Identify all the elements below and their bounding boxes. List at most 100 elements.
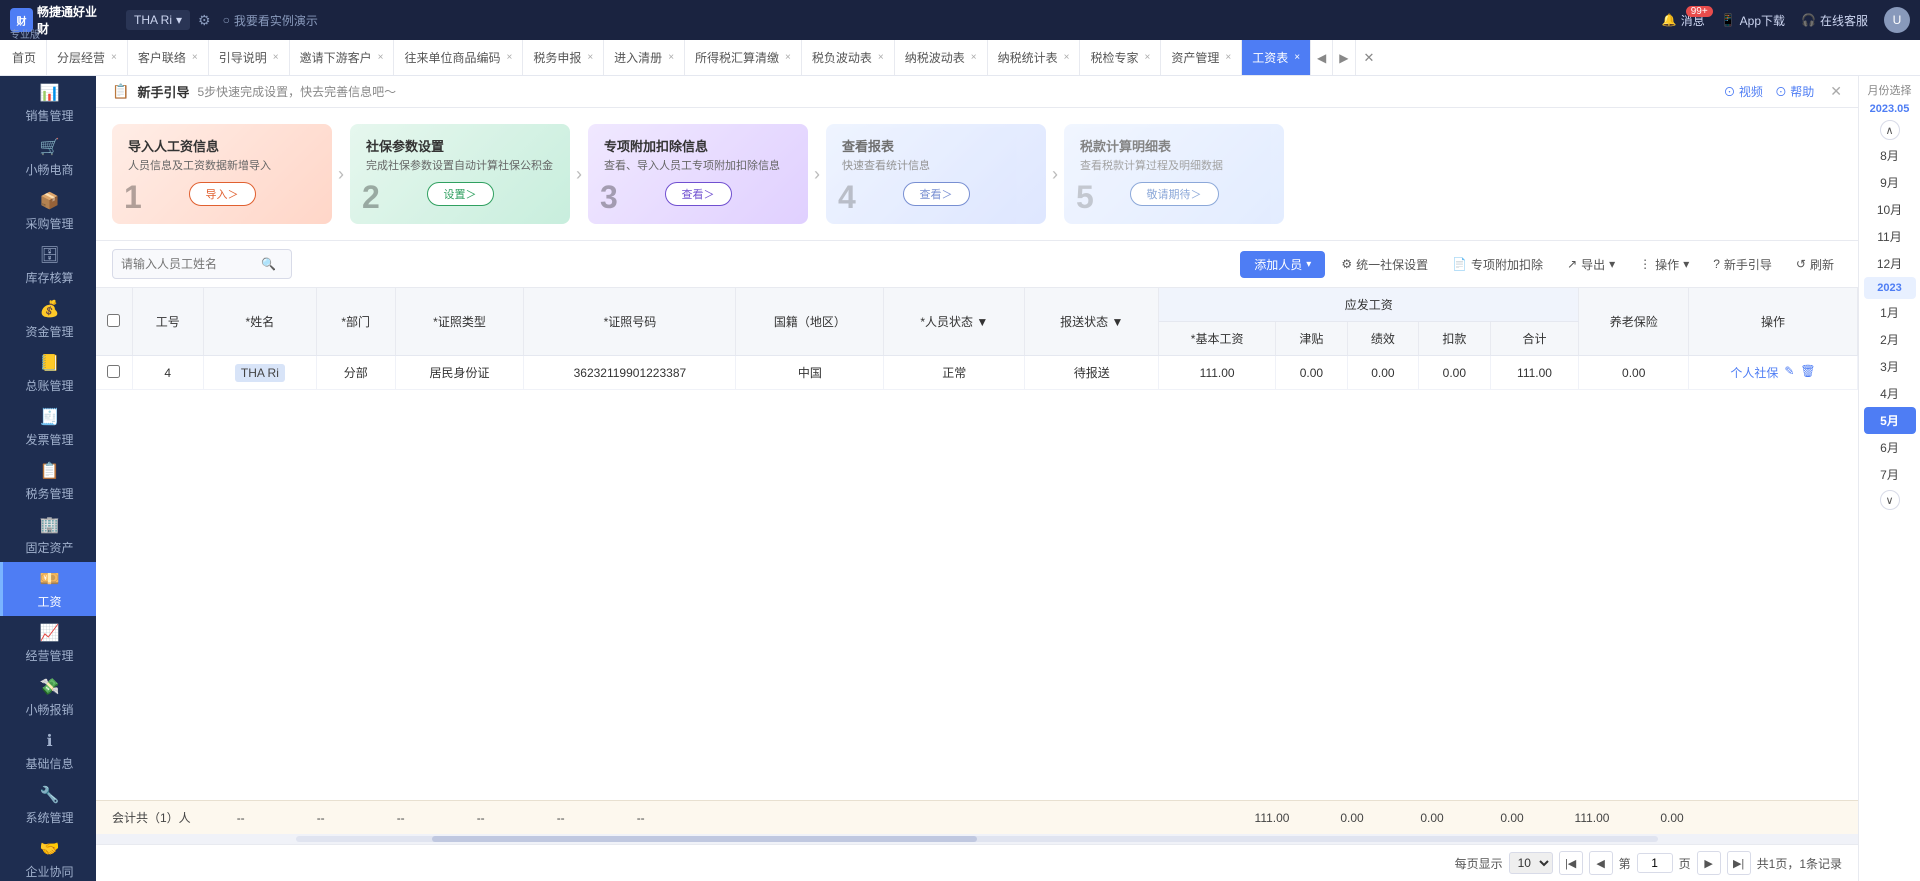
personal-insurance-link[interactable]: 个人社保 (1730, 364, 1778, 381)
online-support-btn[interactable]: 🎧 在线客服 (1801, 12, 1868, 29)
month-item-1[interactable]: 1月 (1864, 299, 1916, 326)
sidebar-item-basic-info[interactable]: ℹ 基础信息 (0, 724, 96, 778)
tab-tax-expert[interactable]: 税检专家 × (1080, 40, 1161, 76)
guide-help-link[interactable]: ⊙ 帮助 (1775, 83, 1814, 100)
month-item-6[interactable]: 6月 (1864, 434, 1916, 461)
unified-settings-icon: ⚙ (1341, 257, 1352, 271)
month-item-4[interactable]: 4月 (1864, 380, 1916, 407)
tab-payroll[interactable]: 工资表 × (1242, 40, 1311, 76)
page-next-btn[interactable]: ▶ (1697, 851, 1721, 875)
tab-close-layered[interactable]: × (111, 52, 117, 63)
select-all-checkbox[interactable] (107, 314, 120, 327)
sidebar-item-sales[interactable]: 📊 销售管理 (0, 76, 96, 130)
sidebar-item-payroll[interactable]: 💴 工资 (0, 562, 96, 616)
tab-tax-burden[interactable]: 税负波动表 × (802, 40, 895, 76)
per-page-select[interactable]: 10 20 50 (1509, 852, 1553, 874)
app-download-btn[interactable]: 📱 App下载 (1721, 12, 1785, 29)
add-person-btn[interactable]: 添加人员 ▾ (1240, 251, 1325, 278)
tab-close-burden[interactable]: × (878, 52, 884, 63)
month-item-7[interactable]: 7月 (1864, 461, 1916, 488)
tab-tax-stats[interactable]: 纳税统计表 × (988, 40, 1081, 76)
tab-tax-wave[interactable]: 纳税波动表 × (895, 40, 988, 76)
tab-tax-report[interactable]: 税务申报 × (523, 40, 604, 76)
tab-close-register[interactable]: × (668, 52, 674, 63)
tab-guide[interactable]: 引导说明 × (209, 40, 290, 76)
demo-link[interactable]: ○ 我要看实例演示 (223, 12, 318, 29)
month-item-3[interactable]: 3月 (1864, 353, 1916, 380)
refresh-btn[interactable]: ↺ 刷新 (1788, 252, 1842, 277)
tab-close-expert[interactable]: × (1144, 52, 1150, 63)
settings-icon[interactable]: ⚙ (198, 12, 211, 29)
company-selector[interactable]: THA Ri ▾ (126, 10, 190, 30)
page-first-btn[interactable]: |◀ (1559, 851, 1583, 875)
tab-close-unit[interactable]: × (506, 52, 512, 63)
month-item-2[interactable]: 2月 (1864, 326, 1916, 353)
tab-next-btn[interactable]: ▶ (1333, 40, 1355, 76)
scroll-bar-track[interactable] (296, 836, 1658, 842)
tab-close-payroll[interactable]: × (1294, 52, 1300, 63)
tab-layered-mgmt[interactable]: 分层经营 × (47, 40, 128, 76)
search-icon[interactable]: 🔍 (261, 257, 276, 271)
month-item-12[interactable]: 12月 (1864, 250, 1916, 277)
tab-close-all-btn[interactable]: ✕ (1356, 40, 1383, 76)
tab-close-guide[interactable]: × (273, 52, 279, 63)
sidebar-item-purchase[interactable]: 📦 采购管理 (0, 184, 96, 238)
step-4-btn[interactable]: 查看＞ (903, 182, 970, 206)
new-guide-btn[interactable]: ? 新手引导 (1705, 252, 1780, 277)
th-id-num: *证照号码 (524, 288, 736, 356)
sidebar-item-operations[interactable]: 📈 经营管理 (0, 616, 96, 670)
month-item-8[interactable]: 8月 (1864, 142, 1916, 169)
scroll-bar-thumb[interactable] (432, 836, 977, 842)
sidebar-item-ecommerce[interactable]: 🛒 小畅电商 (0, 130, 96, 184)
step-2-btn[interactable]: 设置＞ (427, 182, 494, 206)
month-prev-btn[interactable]: ∧ (1880, 120, 1900, 140)
sidebar-item-fixed-assets[interactable]: 🏢 固定资产 (0, 508, 96, 562)
tab-close-income[interactable]: × (785, 52, 791, 63)
tab-close-customer[interactable]: × (192, 52, 198, 63)
user-avatar[interactable]: U (1884, 7, 1910, 33)
operations-btn[interactable]: ⋮ 操作 ▾ (1631, 252, 1697, 277)
month-next-btn[interactable]: ∨ (1880, 490, 1900, 510)
page-last-btn[interactable]: ▶| (1727, 851, 1751, 875)
tab-assets[interactable]: 资产管理 × (1161, 40, 1242, 76)
tab-invite[interactable]: 邀请下游客户 × (290, 40, 395, 76)
month-item-11[interactable]: 11月 (1864, 223, 1916, 250)
step-1-btn[interactable]: 导入＞ (189, 182, 256, 206)
tab-close-stats[interactable]: × (1064, 52, 1070, 63)
tab-close-assets[interactable]: × (1225, 52, 1231, 63)
month-item-10[interactable]: 10月 (1864, 196, 1916, 223)
month-item-9[interactable]: 9月 (1864, 169, 1916, 196)
sidebar-item-ledger[interactable]: 📒 总账管理 (0, 346, 96, 400)
tab-home[interactable]: 首页 (2, 40, 47, 76)
sidebar-item-expense[interactable]: 💸 小畅报销 (0, 670, 96, 724)
edit-icon[interactable]: ✎ (1784, 364, 1794, 381)
search-input[interactable] (121, 257, 261, 271)
page-prev-btn[interactable]: ◀ (1589, 851, 1613, 875)
month-item-5-active[interactable]: 5月 (1864, 407, 1916, 434)
sidebar-item-inventory[interactable]: 🗄 库存核算 (0, 238, 96, 292)
step-5-btn[interactable]: 敬请期待＞ (1130, 182, 1219, 206)
tab-close-tax[interactable]: × (587, 52, 593, 63)
sidebar-item-fund[interactable]: 💰 资金管理 (0, 292, 96, 346)
tab-income-tax[interactable]: 所得税汇算清缴 × (685, 40, 802, 76)
tab-customer-contact[interactable]: 客户联络 × (128, 40, 209, 76)
guide-close-btn[interactable]: ✕ (1830, 83, 1842, 100)
tab-close-invite[interactable]: × (378, 52, 384, 63)
delete-icon[interactable]: 🗑 (1800, 364, 1815, 381)
unified-settings-btn[interactable]: ⚙ 统一社保设置 (1333, 252, 1436, 277)
export-btn[interactable]: ↗ 导出 ▾ (1559, 252, 1623, 277)
step-3-btn[interactable]: 查看＞ (665, 182, 732, 206)
sidebar-item-tax[interactable]: 📋 税务管理 (0, 454, 96, 508)
page-input[interactable] (1637, 853, 1673, 873)
tab-prev-btn[interactable]: ◀ (1311, 40, 1333, 76)
tab-register[interactable]: 进入清册 × (604, 40, 685, 76)
row-checkbox[interactable] (107, 365, 120, 378)
tab-unit-code[interactable]: 往来单位商品编码 × (394, 40, 523, 76)
sidebar-item-system[interactable]: 🔧 系统管理 (0, 778, 96, 832)
sidebar-item-invoice[interactable]: 🧾 发票管理 (0, 400, 96, 454)
special-deduction-btn[interactable]: 📄 专项附加扣除 (1444, 252, 1551, 277)
messages-btn[interactable]: 🔔 消息 99+ (1662, 12, 1705, 29)
sidebar-item-collab[interactable]: 🤝 企业协同 (0, 832, 96, 881)
guide-video-link[interactable]: ⊙ 视频 (1724, 83, 1763, 100)
tab-close-wave[interactable]: × (971, 52, 977, 63)
